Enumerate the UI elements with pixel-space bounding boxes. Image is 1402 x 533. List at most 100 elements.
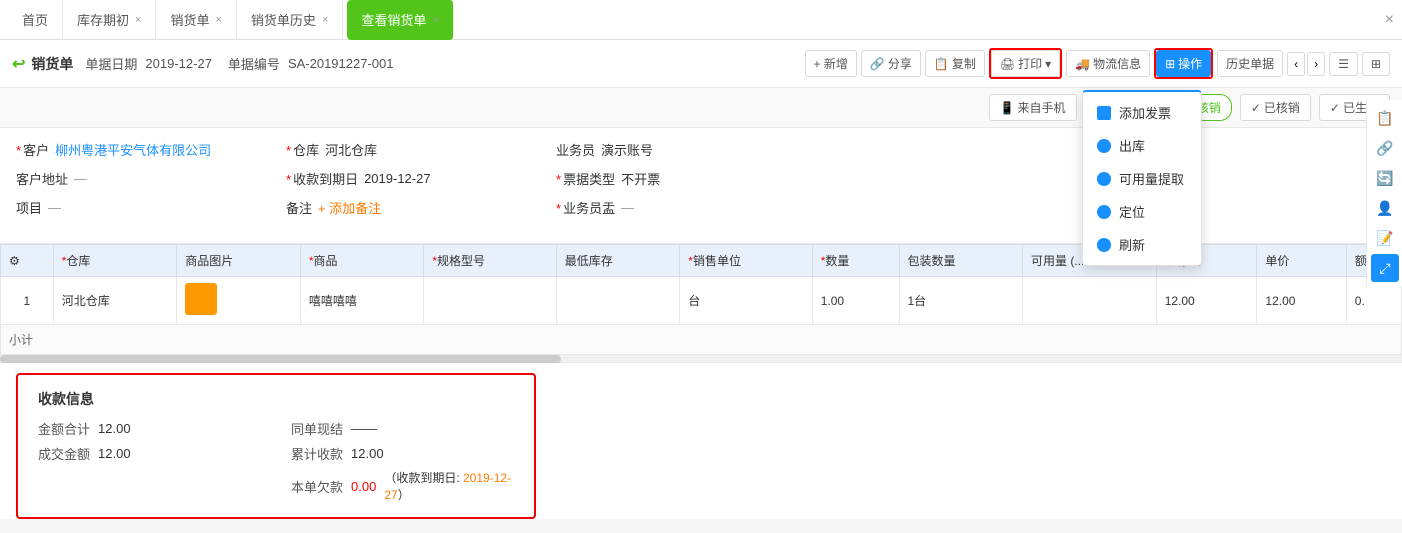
right-sidebar: 📋 🔗 🔄 👤 📝 ⤢ xyxy=(1366,100,1402,286)
summary-box: 收款信息 金额合计 12.00 成交金额 12.00 同单现结 —— xyxy=(16,373,536,519)
dropdown-locate[interactable]: 定位 xyxy=(1083,195,1201,228)
close-tab-sales[interactable]: × xyxy=(215,14,221,26)
next-button[interactable]: › xyxy=(1307,52,1325,76)
due-date-field: 收款到期日 2019-12-27 xyxy=(286,169,536,188)
sidebar-icon-6[interactable]: ⤢ xyxy=(1371,254,1399,282)
total-amount-item: 金额合计 12.00 xyxy=(38,419,261,438)
copy-button[interactable]: 📋 复制 xyxy=(925,50,985,77)
col-spec: *规格型号 xyxy=(424,245,556,277)
col-sales-unit: *销售单位 xyxy=(680,245,812,277)
address-field: 客户地址 — xyxy=(16,169,266,188)
logistics-icon: 🚚 xyxy=(1075,57,1090,71)
horizontal-scrollbar[interactable] xyxy=(0,355,1402,363)
row-available xyxy=(1023,277,1157,325)
tab-sales-history[interactable]: 销货单历史 × xyxy=(237,0,343,40)
scroll-thumb[interactable] xyxy=(0,355,561,363)
sidebar-icon-1[interactable]: 📋 xyxy=(1371,104,1399,132)
customer-field: 客户 柳州粤港平安气体有限公司 xyxy=(16,140,266,159)
note-label: 备注 xyxy=(286,198,312,217)
tab-inventory-init[interactable]: 库存期初 × xyxy=(63,0,156,40)
row-unit-price: 12.00 xyxy=(1257,277,1346,325)
accumulated-payment-value: 12.00 xyxy=(351,446,384,461)
dropdown-available-qty[interactable]: 可用量提取 xyxy=(1083,162,1201,195)
row-spec xyxy=(424,277,556,325)
project-label: 项目 xyxy=(16,198,42,217)
total-amount-value: 12.00 xyxy=(98,421,131,436)
add-note-button[interactable]: + 添加备注 xyxy=(318,198,381,217)
salesperson-label: 业务员盂 xyxy=(556,198,615,217)
share-button[interactable]: 🔗 分享 xyxy=(861,50,921,77)
summary-title: 收款信息 xyxy=(38,389,514,409)
accumulated-payment-item: 累计收款 12.00 xyxy=(291,444,514,463)
available-qty-icon xyxy=(1097,172,1111,186)
subtotal-row: 小计 xyxy=(1,325,1402,355)
warehouse-label: 仓库 xyxy=(286,140,319,159)
col-product-img: 商品图片 xyxy=(177,245,301,277)
close-tab-history[interactable]: × xyxy=(322,14,328,26)
ops-button[interactable]: ⊞ 操作 xyxy=(1156,50,1211,77)
history-button[interactable]: 历史单据 xyxy=(1217,50,1283,77)
row-seq: 1 xyxy=(1,277,54,325)
close-tab-inventory[interactable]: × xyxy=(135,14,141,26)
logistics-button[interactable]: 🚚 物流信息 xyxy=(1066,50,1150,77)
salesperson-value: — xyxy=(621,200,634,215)
sidebar-icon-3[interactable]: 🔄 xyxy=(1371,164,1399,192)
order-balance-label: 本单欠款 xyxy=(291,477,343,496)
col-min-stock: 最低库存 xyxy=(556,245,680,277)
ops-highlight-box: ⊞ 操作 xyxy=(1154,48,1213,79)
summary-left: 金额合计 12.00 成交金额 12.00 xyxy=(38,419,261,503)
view-toggle-list[interactable]: ☰ xyxy=(1329,52,1358,76)
from-phone-button[interactable]: 📱 来自手机 xyxy=(989,94,1077,121)
close-tab-view[interactable]: × xyxy=(432,14,438,26)
staff-label: 业务员 xyxy=(556,140,595,159)
print-highlight-box: 🖨 打印 ▾ xyxy=(989,48,1062,79)
doc-meta: 单据日期 2019-12-27 单据编号 SA-20191227-001 xyxy=(85,54,393,73)
tab-view-sales[interactable]: 查看销货单 × xyxy=(347,0,453,40)
print-button[interactable]: 🖨 打印 ▾ xyxy=(991,50,1060,77)
staff-value: 演示账号 xyxy=(601,140,653,159)
tab-home[interactable]: 首页 xyxy=(8,0,63,40)
locate-icon xyxy=(1097,205,1111,219)
salesperson-field: 业务员盂 — xyxy=(556,198,756,217)
row-warehouse: 河北仓库 xyxy=(53,277,177,325)
window-close-button[interactable]: × xyxy=(1385,11,1394,29)
col-settings: ⚙ xyxy=(1,245,54,277)
row-product: 嘻嘻嘻嘻 xyxy=(300,277,424,325)
dropdown-outbound[interactable]: 出库 xyxy=(1083,129,1201,162)
order-balance-item: 本单欠款 0.00 （收款到期日: 2019-12-27） xyxy=(291,469,514,503)
sidebar-icon-4[interactable]: 👤 xyxy=(1371,194,1399,222)
new-button[interactable]: + 新增 xyxy=(805,50,857,77)
doc-date-label: 单据日期 2019-12-27 xyxy=(85,54,212,73)
summary-grid: 金额合计 12.00 成交金额 12.00 同单现结 —— 累计收款 xyxy=(38,419,514,503)
address-label: 客户地址 xyxy=(16,169,68,188)
nav-arrows: ‹ › xyxy=(1287,52,1325,76)
dropdown-add-invoice[interactable]: 添加发票 xyxy=(1083,96,1201,129)
cancelled-button[interactable]: ✓ 已核销 xyxy=(1240,94,1311,121)
prev-button[interactable]: ‹ xyxy=(1287,52,1305,76)
print-icon: 🖨 xyxy=(1000,57,1015,71)
add-invoice-icon xyxy=(1097,106,1111,120)
print-dropdown-icon: ▾ xyxy=(1045,57,1051,71)
col-warehouse: *仓库 xyxy=(53,245,177,277)
order-balance-value: 0.00 xyxy=(351,479,376,494)
doc-title-block: ↩ 销货单 xyxy=(12,54,73,74)
invoice-field: 票据类型 不开票 xyxy=(556,169,756,188)
project-field: 项目 — xyxy=(16,198,266,217)
share-icon: 🔗 xyxy=(870,57,885,71)
customer-value[interactable]: 柳州粤港平安气体有限公司 xyxy=(55,140,211,159)
col-product: *商品 xyxy=(300,245,424,277)
available-qty-label: 可用量提取 xyxy=(1119,169,1184,188)
warehouse-field: 仓库 河北仓库 xyxy=(286,140,536,159)
dropdown-refresh[interactable]: 刷新 xyxy=(1083,228,1201,261)
row-min-stock xyxy=(556,277,680,325)
ops-icon: ⊞ xyxy=(1165,57,1175,71)
sidebar-icon-2[interactable]: 🔗 xyxy=(1371,134,1399,162)
due-date-value: 2019-12-27 xyxy=(364,171,431,186)
invoice-label: 票据类型 xyxy=(556,169,615,188)
tab-sales-order[interactable]: 销货单 × xyxy=(156,0,236,40)
product-image xyxy=(185,283,217,315)
same-order-settle-label: 同单现结 xyxy=(291,419,343,438)
sidebar-icon-5[interactable]: 📝 xyxy=(1371,224,1399,252)
phone-icon: 📱 xyxy=(1000,101,1015,115)
view-toggle-grid[interactable]: ⊞ xyxy=(1362,52,1390,76)
